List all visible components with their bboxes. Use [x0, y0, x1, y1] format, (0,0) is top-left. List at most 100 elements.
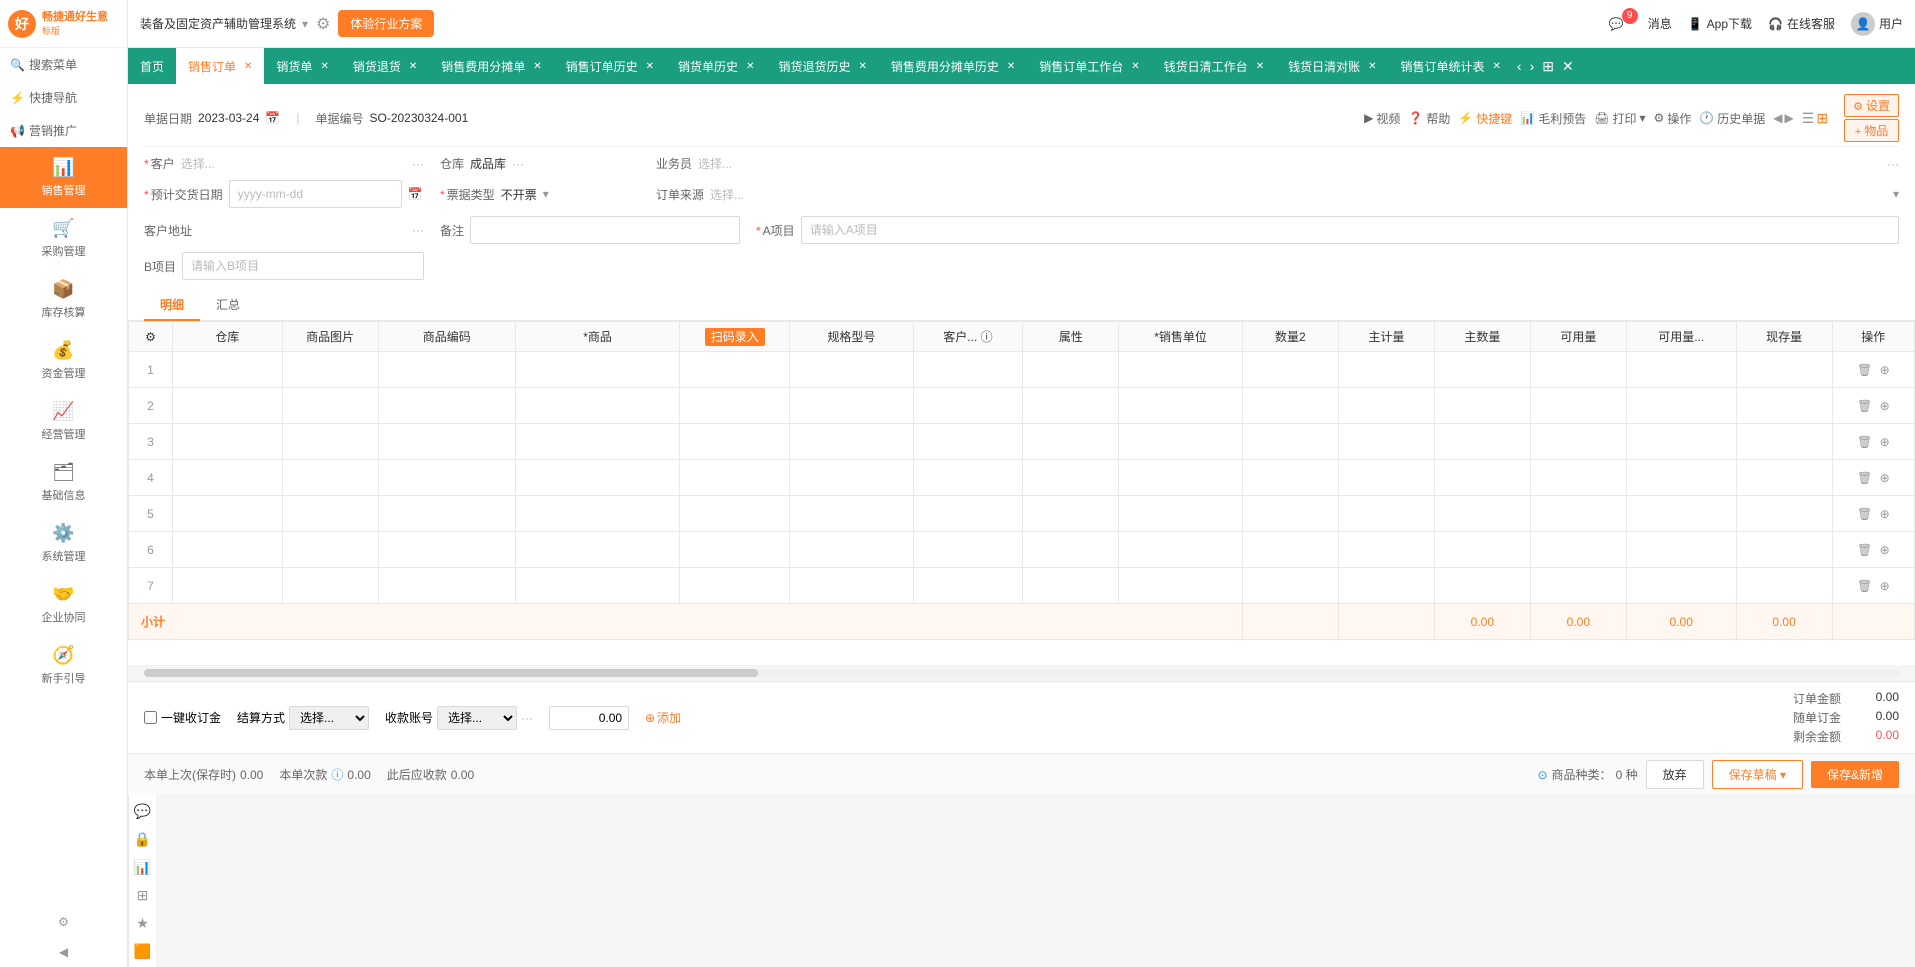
row-attr-4[interactable]	[1023, 460, 1119, 496]
th-spec[interactable]: 规格型号	[790, 322, 913, 352]
salesperson-expand-btn[interactable]: ···	[1887, 157, 1899, 171]
message-btn[interactable]: 💬 9 消息	[1609, 15, 1672, 32]
row-customer-code-7[interactable]	[913, 568, 1023, 604]
row-goods-6[interactable]	[515, 532, 680, 568]
print-dropdown-icon[interactable]: ▾	[1640, 111, 1646, 125]
row-main-unit-2[interactable]	[1338, 388, 1434, 424]
user-btn[interactable]: 👤 用户	[1851, 12, 1903, 36]
row-available-1[interactable]	[1530, 352, 1626, 388]
tab-sales-stats[interactable]: 销售订单统计表 ✕	[1388, 48, 1512, 84]
row-attr-2[interactable]	[1023, 388, 1119, 424]
panel-lock-icon[interactable]: 🔒	[131, 827, 155, 851]
tabs-expand-btn[interactable]: ⊞	[1538, 58, 1558, 75]
row-unit-3[interactable]	[1119, 424, 1242, 460]
tab-summary[interactable]: 汇总	[200, 290, 256, 321]
row-customer-code-6[interactable]	[913, 532, 1023, 568]
row-qty2-1[interactable]	[1242, 352, 1338, 388]
row-qty2-4[interactable]	[1242, 460, 1338, 496]
row-warehouse-4[interactable]	[172, 460, 282, 496]
row-main-qty-3[interactable]	[1434, 424, 1530, 460]
delete-icon-5[interactable]: 🗑	[1857, 507, 1872, 521]
th-unit[interactable]: *销售单位	[1119, 322, 1242, 352]
row-available-7[interactable]	[1530, 568, 1626, 604]
tab-detail[interactable]: 明细	[144, 290, 200, 321]
a-project-input[interactable]	[801, 216, 1899, 244]
row-scan-4[interactable]	[680, 460, 790, 496]
grid-view-btn[interactable]: ⊞	[1816, 110, 1828, 127]
row-available-6[interactable]	[1530, 532, 1626, 568]
row-unit-5[interactable]	[1119, 496, 1242, 532]
row-main-qty-2[interactable]	[1434, 388, 1530, 424]
row-spec-5[interactable]	[790, 496, 913, 532]
row-spec-7[interactable]	[790, 568, 913, 604]
account-select[interactable]: 选择...	[437, 706, 517, 730]
copy-icon-6[interactable]: ⊕	[1880, 543, 1890, 557]
payment-method-select[interactable]: 选择...	[289, 706, 369, 730]
row-spec-3[interactable]	[790, 424, 913, 460]
delete-icon-6[interactable]: 🗑	[1857, 543, 1872, 557]
tab-refund-close[interactable]: ✕	[409, 61, 417, 72]
tab-sales-order-close[interactable]: ✕	[244, 61, 252, 72]
tab-sales-history-close[interactable]: ✕	[746, 61, 754, 72]
row-available2-7[interactable]	[1626, 568, 1736, 604]
row-warehouse-1[interactable]	[172, 352, 282, 388]
tabs-next-btn[interactable]: ›	[1526, 58, 1539, 74]
copy-icon-2[interactable]: ⊕	[1880, 399, 1890, 413]
row-main-unit-4[interactable]	[1338, 460, 1434, 496]
copy-icon-1[interactable]: ⊕	[1880, 363, 1890, 377]
one-click-order-checkbox[interactable]: 一键收订金	[144, 709, 221, 726]
row-available2-6[interactable]	[1626, 532, 1736, 568]
tab-fee-history[interactable]: 销售费用分摊单历史 ✕	[879, 48, 1027, 84]
row-warehouse-5[interactable]	[172, 496, 282, 532]
row-customer-code-3[interactable]	[913, 424, 1023, 460]
sidebar-search[interactable]: 🔍 搜索菜单	[0, 48, 127, 81]
delete-icon-7[interactable]: 🗑	[1857, 579, 1872, 593]
settings-icon[interactable]: ⚙	[316, 14, 330, 34]
row-unit-6[interactable]	[1119, 532, 1242, 568]
th-goods[interactable]: *商品	[515, 322, 680, 352]
row-stock-2[interactable]	[1736, 388, 1832, 424]
sidebar-item-basic[interactable]: 🗂 基础信息	[0, 452, 127, 513]
row-main-qty-7[interactable]	[1434, 568, 1530, 604]
th-warehouse[interactable]: 仓库	[172, 322, 282, 352]
history-btn[interactable]: 🕐 历史单据	[1699, 110, 1765, 127]
row-goods-4[interactable]	[515, 460, 680, 496]
row-available-4[interactable]	[1530, 460, 1626, 496]
delivery-date-calendar-icon[interactable]: 📅	[408, 187, 423, 201]
row-main-qty-4[interactable]	[1434, 460, 1530, 496]
row-qty2-7[interactable]	[1242, 568, 1338, 604]
row-scan-7[interactable]	[680, 568, 790, 604]
b-project-input[interactable]	[182, 252, 424, 280]
sidebar-item-finance[interactable]: 💰 资金管理	[0, 330, 127, 391]
calendar-icon[interactable]: 📅	[265, 111, 280, 125]
copy-icon-4[interactable]: ⊕	[1880, 471, 1890, 485]
note-input[interactable]	[470, 216, 740, 244]
row-goods-7[interactable]	[515, 568, 680, 604]
address-expand-btn[interactable]: ···	[412, 223, 424, 237]
row-main-qty-5[interactable]	[1434, 496, 1530, 532]
row-unit-4[interactable]	[1119, 460, 1242, 496]
tab-cash-account[interactable]: 钱货日清对账 ✕	[1276, 48, 1388, 84]
help-btn[interactable]: ❓ 帮助	[1408, 110, 1450, 127]
row-scan-3[interactable]	[680, 424, 790, 460]
order-source-dropdown-icon[interactable]: ▾	[1893, 187, 1899, 201]
tab-sales-stats-close[interactable]: ✕	[1493, 61, 1501, 72]
row-attr-5[interactable]	[1023, 496, 1119, 532]
row-attr-3[interactable]	[1023, 424, 1119, 460]
invoice-type-dropdown-icon[interactable]: ▾	[543, 187, 549, 201]
row-available-3[interactable]	[1530, 424, 1626, 460]
row-main-qty-6[interactable]	[1434, 532, 1530, 568]
tab-cash-account-close[interactable]: ✕	[1368, 61, 1376, 72]
sidebar-item-enterprise[interactable]: 🤝 企业协同	[0, 574, 127, 635]
list-view-btn[interactable]: ☰	[1802, 110, 1815, 127]
row-stock-5[interactable]	[1736, 496, 1832, 532]
row-spec-2[interactable]	[790, 388, 913, 424]
settings-form-btn[interactable]: ⚙ 设置	[1844, 94, 1899, 117]
tab-order-history[interactable]: 销售订单历史 ✕	[554, 48, 666, 84]
salesperson-placeholder[interactable]: 选择...	[698, 155, 1881, 172]
tab-workbench[interactable]: 销售订单工作台 ✕	[1027, 48, 1151, 84]
row-goods-2[interactable]	[515, 388, 680, 424]
row-qty2-3[interactable]	[1242, 424, 1338, 460]
row-available2-5[interactable]	[1626, 496, 1736, 532]
row-goods-1[interactable]	[515, 352, 680, 388]
